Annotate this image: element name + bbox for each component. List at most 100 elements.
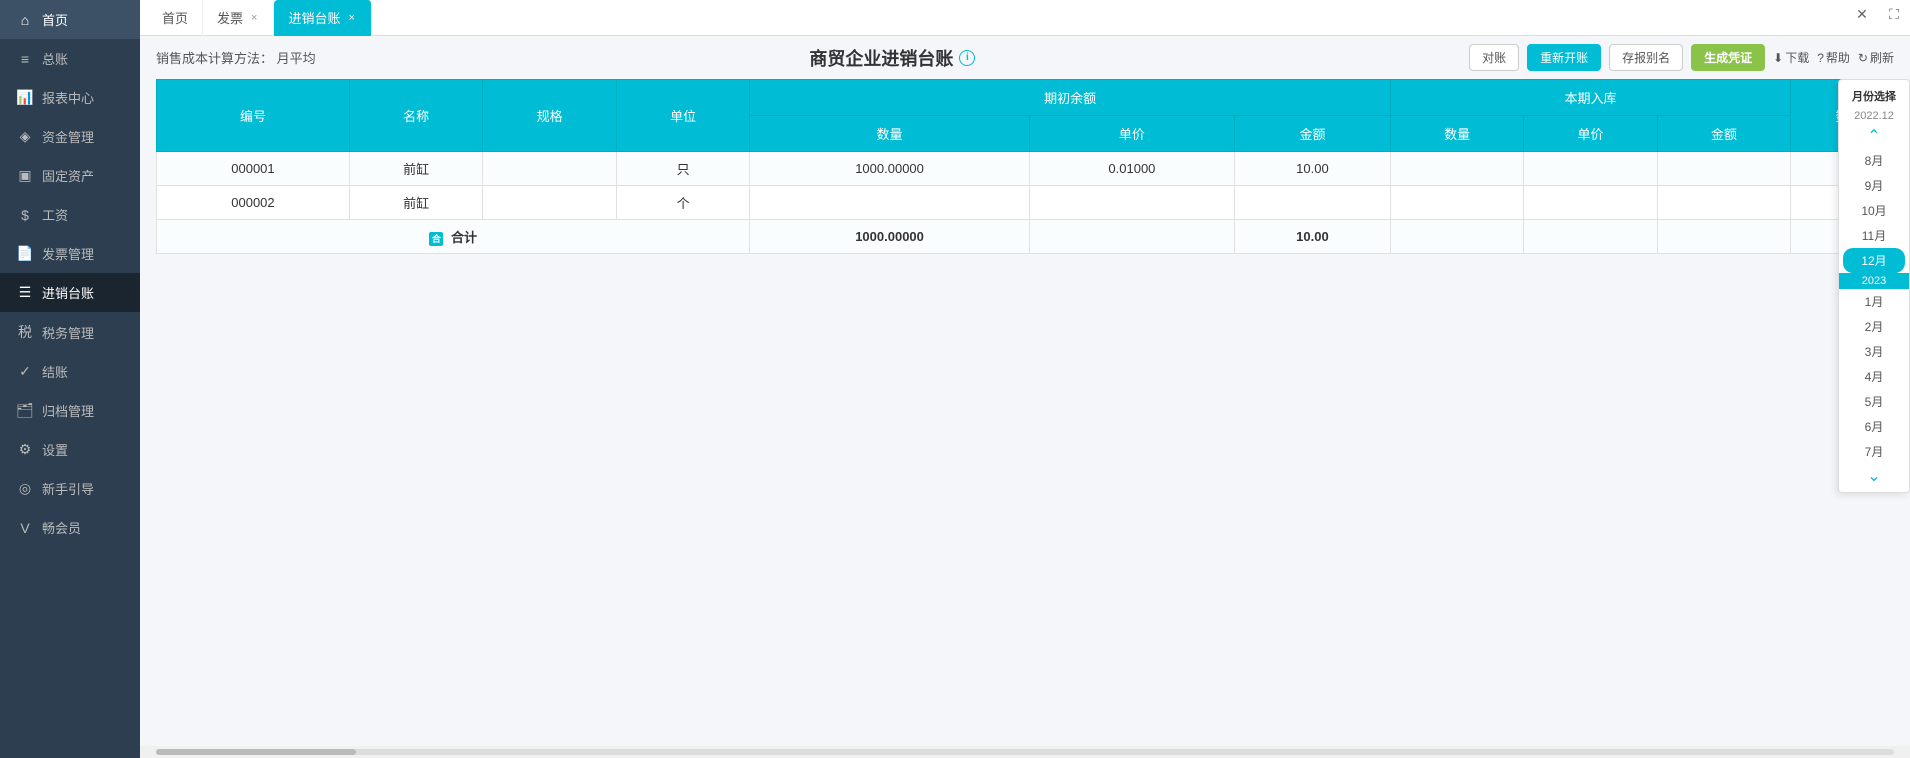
tab-purchase-sales-label: 进销台账	[288, 8, 340, 27]
help-icon: ?	[1817, 51, 1824, 65]
row1-opening-price: 0.01000	[1029, 152, 1234, 186]
sidebar-item-home[interactable]: ⌂ 首页	[0, 0, 140, 39]
sidebar-item-settings[interactable]: ⚙ 设置	[0, 430, 140, 469]
row2-opening-amount	[1235, 186, 1391, 220]
home-icon: ⌂	[16, 12, 34, 28]
tab-purchase-sales[interactable]: 进销台账 ×	[274, 0, 371, 36]
row2-name: 前缸	[349, 186, 482, 220]
page-title: 商贸企业进销台账	[809, 45, 953, 71]
invoice-icon: 📄	[16, 245, 34, 262]
help-button[interactable]: ? 帮助	[1817, 49, 1850, 66]
row1-name: 前缸	[349, 152, 482, 186]
table-row: 000001 前缸 只 1000.00000 0.01000 10.00	[157, 152, 1894, 186]
top-bar: 销售成本计算方法： 月平均 商贸企业进销台账 i 对账 重新开账 存报别名 生成…	[140, 36, 1910, 79]
sidebar-item-fixed-assets[interactable]: ▣ 固定资产	[0, 156, 140, 195]
row1-opening-qty: 1000.00000	[750, 152, 1029, 186]
month-9[interactable]: 9月	[1839, 173, 1909, 198]
month-3[interactable]: 3月	[1839, 339, 1909, 364]
th-opening-price: 单价	[1029, 116, 1234, 152]
cost-method-value: 月平均	[277, 51, 316, 66]
row2-unit: 个	[616, 186, 749, 220]
reconcile-button[interactable]: 对账	[1469, 44, 1519, 71]
month-2[interactable]: 2月	[1839, 314, 1909, 339]
th-current-period-in: 本期入库	[1390, 80, 1790, 116]
sidebar: ⌂ 首页 ≡ 总账 📊 报表中心 ◈ 资金管理 ▣ 固定资产 $ 工资 📄 发票…	[0, 0, 140, 758]
page-title-area: 商贸企业进销台账 i	[809, 45, 975, 71]
total-in-price	[1524, 220, 1657, 254]
tax-icon: 税	[16, 322, 34, 342]
tab-invoice[interactable]: 发票 ×	[203, 0, 274, 36]
th-spec: 规格	[483, 80, 616, 152]
info-icon[interactable]: i	[959, 50, 975, 66]
download-icon: ⬇	[1773, 51, 1783, 65]
report-icon: 📊	[16, 89, 34, 106]
row1-in-amount	[1657, 152, 1790, 186]
generate-voucher-button[interactable]: 生成凭证	[1691, 44, 1765, 71]
sidebar-item-general-ledger[interactable]: ≡ 总账	[0, 39, 140, 78]
total-opening-price	[1029, 220, 1234, 254]
tab-purchase-sales-close[interactable]: ×	[346, 12, 356, 24]
row2-opening-price	[1029, 186, 1234, 220]
sidebar-item-label: 资金管理	[42, 127, 94, 146]
sidebar-item-invoice-management[interactable]: 📄 发票管理	[0, 234, 140, 273]
toolbar: 对账 重新开账 存报别名 生成凭证 ⬇ 下载 ? 帮助 ↻ 刷新	[1469, 44, 1894, 71]
row1-unit: 只	[616, 152, 749, 186]
sidebar-item-report-center[interactable]: 📊 报表中心	[0, 78, 140, 117]
archive-icon: 🗂	[16, 402, 34, 419]
save-alias-button[interactable]: 存报别名	[1609, 44, 1683, 71]
month-10[interactable]: 10月	[1839, 198, 1909, 223]
ledger-icon: ≡	[16, 51, 34, 67]
refresh-button[interactable]: ↻ 刷新	[1858, 49, 1894, 66]
tab-bar: 首页 发票 × 进销台账 ×	[140, 0, 1910, 36]
tab-home[interactable]: 首页	[148, 0, 203, 36]
main-area: ✕ ⛶ 首页 发票 × 进销台账 × 销售成本计算方法： 月平均 商贸企业进销台…	[140, 0, 1910, 758]
month-8[interactable]: 8月	[1839, 148, 1909, 173]
row1-code: 000001	[157, 152, 350, 186]
cost-method: 销售成本计算方法： 月平均	[156, 48, 316, 67]
sidebar-item-payroll[interactable]: $ 工资	[0, 195, 140, 234]
th-opening-amount: 金额	[1235, 116, 1391, 152]
membership-icon: V	[16, 520, 34, 536]
sidebar-item-label: 税务管理	[42, 323, 94, 342]
total-label: 合 合计	[157, 220, 750, 254]
close-window-button[interactable]: ✕	[1846, 0, 1878, 28]
sidebar-item-close-account[interactable]: ✓ 结账	[0, 352, 140, 391]
sidebar-item-beginner-guide[interactable]: ◎ 新手引导	[0, 469, 140, 508]
total-opening-amount: 10.00	[1235, 220, 1391, 254]
month-6[interactable]: 6月	[1839, 414, 1909, 439]
fund-icon: ◈	[16, 128, 34, 145]
th-opening-balance: 期初余额	[750, 80, 1391, 116]
sidebar-item-label: 新手引导	[42, 479, 94, 498]
month-12[interactable]: 12月	[1843, 248, 1905, 273]
month-5[interactable]: 5月	[1839, 389, 1909, 414]
download-label: 下载	[1785, 49, 1809, 66]
sidebar-item-purchase-sales[interactable]: ☰ 进销台账	[0, 273, 140, 312]
table-row: 000002 前缸 个	[157, 186, 1894, 220]
reopen-button[interactable]: 重新开账	[1527, 44, 1601, 71]
scrollbar-track[interactable]	[156, 749, 1894, 755]
month-1[interactable]: 1月	[1839, 289, 1909, 314]
sidebar-item-fund-management[interactable]: ◈ 资金管理	[0, 117, 140, 156]
total-text: 合计	[451, 230, 477, 245]
month-7[interactable]: 7月	[1839, 439, 1909, 464]
download-button[interactable]: ⬇ 下载	[1773, 49, 1809, 66]
month-4[interactable]: 4月	[1839, 364, 1909, 389]
total-opening-qty: 1000.00000	[750, 220, 1029, 254]
sidebar-item-label: 发票管理	[42, 244, 94, 263]
month-down-arrow[interactable]: ⌄	[1867, 464, 1880, 488]
tab-invoice-close[interactable]: ×	[249, 12, 259, 24]
current-year-label: 2022.12	[1854, 108, 1894, 124]
th-in-price: 单价	[1524, 116, 1657, 152]
sidebar-item-membership[interactable]: V 畅会员	[0, 508, 140, 547]
month-11[interactable]: 11月	[1839, 223, 1909, 248]
row1-spec	[483, 152, 616, 186]
sidebar-item-tax-management[interactable]: 税 税务管理	[0, 312, 140, 352]
scrollbar-thumb[interactable]	[156, 749, 356, 755]
maximize-window-button[interactable]: ⛶	[1878, 0, 1910, 28]
month-up-arrow[interactable]: ⌃	[1867, 124, 1880, 148]
row1-in-qty	[1390, 152, 1523, 186]
cost-method-label: 销售成本计算方法：	[156, 51, 273, 66]
sidebar-item-archive-management[interactable]: 🗂 归档管理	[0, 391, 140, 430]
th-unit: 单位	[616, 80, 749, 152]
data-table: 编号 名称 规格 单位 期初余额 本期入库 数 数量 单价 金额 数	[156, 79, 1894, 254]
